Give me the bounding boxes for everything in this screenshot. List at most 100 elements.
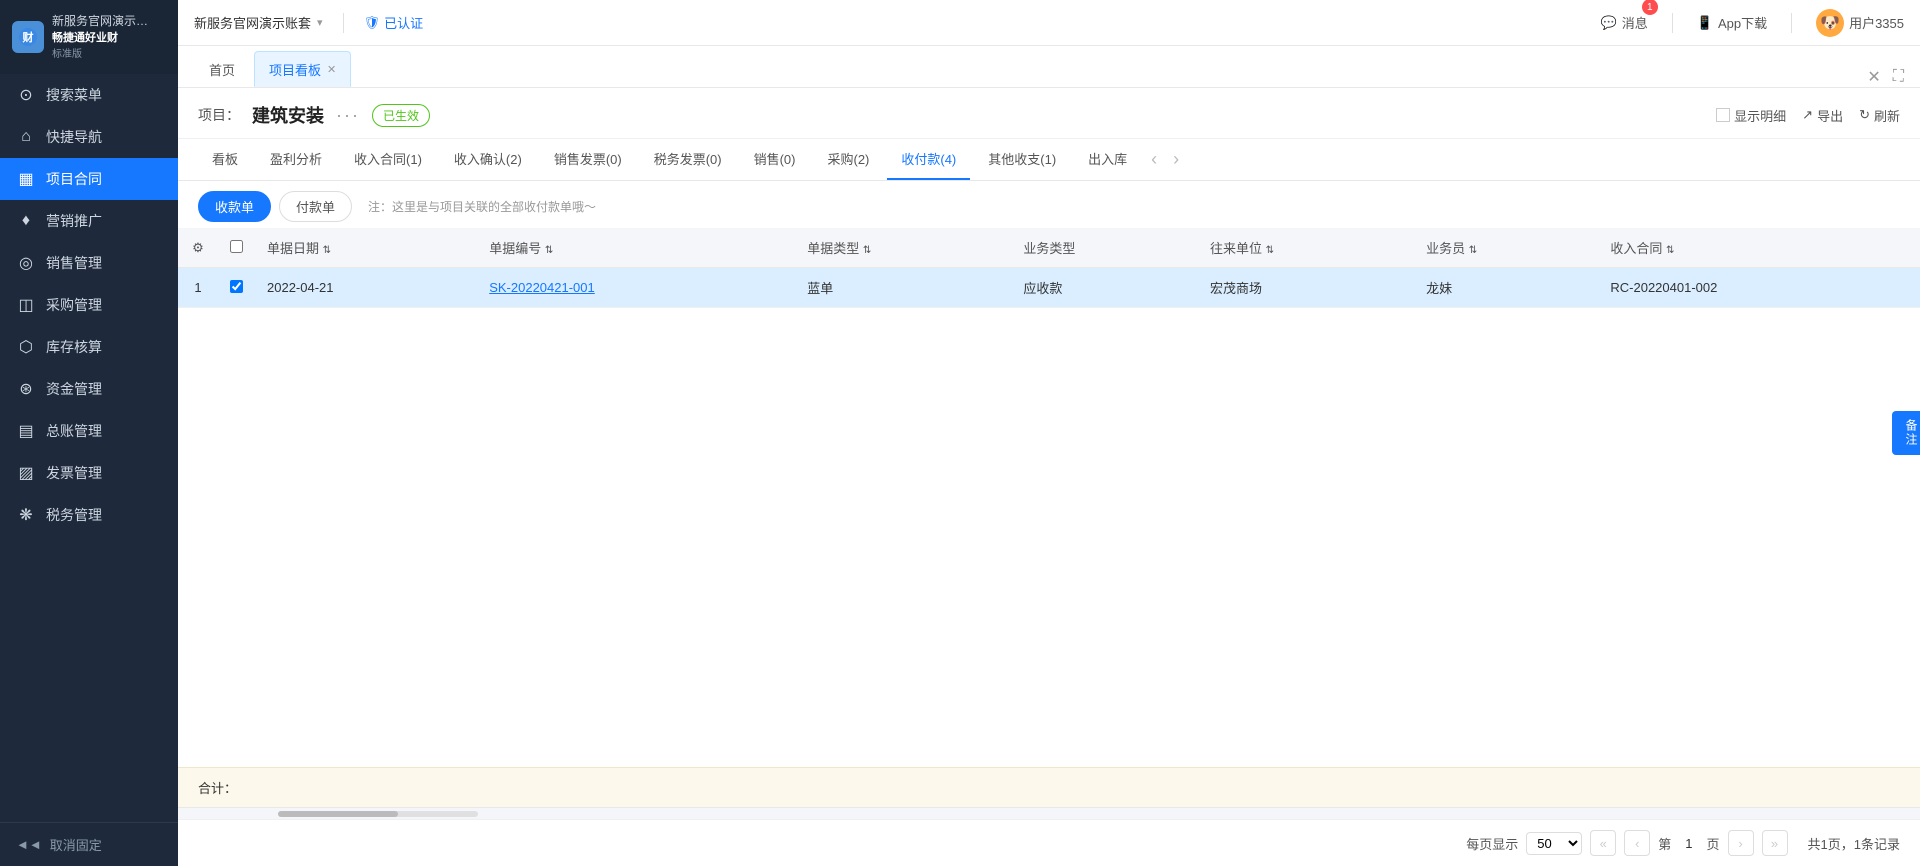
last-page-icon: » [1771, 836, 1778, 851]
topbar-account[interactable]: 新服务官网演示账套 ▾ [194, 13, 323, 32]
topbar-message-btn[interactable]: 💬 消息 1 [1601, 13, 1648, 32]
sidebar-item-stock[interactable]: ⬡ 库存核算 [0, 326, 178, 368]
ledger-icon: ▤ [16, 421, 36, 441]
gear-icon[interactable]: ⚙ [192, 240, 204, 255]
subtab-board[interactable]: 看板 [198, 139, 252, 180]
horizontal-scrollbar-track[interactable] [278, 811, 478, 817]
per-page-select[interactable]: 50 20 100 [1526, 832, 1582, 855]
home-icon: ⌂ [16, 128, 36, 146]
th-number[interactable]: 单据编号 ⇅ [477, 228, 795, 268]
sidebar-item-tax-label: 税务管理 [46, 505, 102, 525]
sidebar-item-tax[interactable]: ❋ 税务管理 [0, 494, 178, 536]
select-all-checkbox[interactable] [230, 240, 243, 253]
pagination: 每页显示 50 20 100 « ‹ 第 1 页 › » 共1页，1条记录 [178, 819, 1920, 866]
subtab-other-income[interactable]: 其他收支(1) [974, 139, 1070, 180]
export-icon: ↗ [1802, 107, 1813, 123]
subtab-profit[interactable]: 盈利分析 [256, 139, 336, 180]
receipt-number-link[interactable]: SK-20220421-001 [489, 280, 595, 295]
sidebar-item-purchase[interactable]: ◫ 采购管理 [0, 284, 178, 326]
cell-biz-type: 应收款 [1011, 268, 1198, 308]
sort-type-icon: ⇅ [863, 245, 871, 256]
sidebar-item-shortcut[interactable]: ⌂ 快捷导航 [0, 116, 178, 158]
sidebar-item-shortcut-label: 快捷导航 [46, 127, 102, 147]
sidebar-brand-title: 畅捷通好业财 [52, 31, 152, 45]
invoice-icon: ▨ [16, 463, 36, 483]
cell-salesperson: 龙妹 [1414, 268, 1598, 308]
sidebar-item-invoice[interactable]: ▨ 发票管理 [0, 452, 178, 494]
horizontal-scrollbar-thumb[interactable] [278, 811, 398, 817]
prev-page-btn[interactable]: ‹ [1624, 830, 1650, 856]
avatar: 🐶 [1816, 9, 1844, 37]
last-page-btn[interactable]: » [1762, 830, 1788, 856]
close-window-btn[interactable]: ✕ [1867, 67, 1880, 87]
sidebar-item-marketing[interactable]: ♦ 营销推广 [0, 200, 178, 242]
subtab-sales-invoice[interactable]: 销售发票(0) [540, 139, 636, 180]
subtab-receipt[interactable]: 收付款(4) [887, 139, 970, 180]
sidebar-item-ledger[interactable]: ▤ 总账管理 [0, 410, 178, 452]
subtab-sales[interactable]: 销售(0) [740, 139, 810, 180]
topbar-app-download-btn[interactable]: 📱 App下载 [1697, 13, 1767, 32]
export-btn[interactable]: ↗ 导出 [1802, 106, 1843, 125]
table-row[interactable]: 1 2022-04-21 SK-20220421-001 蓝单 应收款 宏茂商场… [178, 268, 1920, 308]
subtab-income-contract[interactable]: 收入合同(1) [340, 139, 436, 180]
sidebar-item-sales[interactable]: ◎ 销售管理 [0, 242, 178, 284]
topbar-divider3 [1791, 13, 1792, 33]
topbar-user[interactable]: 🐶 用户3355 [1816, 9, 1904, 37]
th-partner[interactable]: 往来单位 ⇅ [1198, 228, 1414, 268]
more-options-btn[interactable]: ··· [336, 105, 360, 126]
pagination-total: 共1页，1条记录 [1808, 834, 1900, 853]
th-salesperson[interactable]: 业务员 ⇅ [1414, 228, 1598, 268]
first-page-btn[interactable]: « [1590, 830, 1616, 856]
inner-tab-payment-bill[interactable]: 付款单 [279, 191, 352, 222]
subtab-income-confirm[interactable]: 收入确认(2) [440, 139, 536, 180]
subtab-purchase[interactable]: 采购(2) [813, 139, 883, 180]
scrollbar-row [178, 807, 1920, 819]
svg-text:财: 财 [22, 30, 34, 44]
tab-home[interactable]: 首页 [194, 51, 250, 87]
sidebar-item-purchase-label: 采购管理 [46, 295, 102, 315]
content-area: 项目： 建筑安装 ··· 已生效 显示明细 ↗ 导出 ↻ 刷新 [178, 88, 1920, 866]
subtab-inventory[interactable]: 出入库 [1074, 139, 1141, 180]
subtab-prev-btn[interactable]: ‹ [1145, 149, 1163, 170]
sidebar-version: 标准版 [52, 45, 152, 60]
sidebar-item-project[interactable]: ▦ 项目合同 [0, 158, 178, 200]
cell-number[interactable]: SK-20220421-001 [477, 268, 795, 308]
refresh-btn[interactable]: ↻ 刷新 [1859, 106, 1900, 125]
notes-float-btn[interactable]: 备注 [1892, 411, 1920, 455]
topbar-user-label: 用户3355 [1849, 13, 1904, 32]
maximize-window-btn[interactable]: ⛶ [1893, 68, 1904, 86]
sidebar-item-ledger-label: 总账管理 [46, 421, 102, 441]
project-title: 建筑安装 [252, 102, 324, 128]
subtab-tax-invoice[interactable]: 税务发票(0) [640, 139, 736, 180]
topbar-message-label: 消息 [1622, 13, 1648, 32]
inner-tab-payment-label: 付款单 [296, 200, 335, 215]
fund-icon: ⊛ [16, 379, 36, 399]
subtab-next-btn[interactable]: › [1167, 149, 1185, 170]
th-gear[interactable]: ⚙ [178, 228, 218, 268]
close-icon[interactable]: ✕ [327, 63, 336, 76]
tax-icon: ❋ [16, 505, 36, 525]
sidebar-item-fund[interactable]: ⊛ 资金管理 [0, 368, 178, 410]
th-type[interactable]: 单据类型 ⇅ [795, 228, 1011, 268]
checkbox-show-detail[interactable] [1716, 108, 1730, 122]
sidebar-footer-unpin[interactable]: ◄◄ 取消固定 [0, 822, 178, 866]
th-date[interactable]: 单据日期 ⇅ [255, 228, 477, 268]
inner-tab-receipt-bill[interactable]: 收款单 [198, 191, 271, 222]
tab-project-board[interactable]: 项目看板 ✕ [254, 51, 351, 87]
export-label: 导出 [1817, 106, 1843, 125]
per-page-label: 每页显示 [1466, 834, 1518, 853]
cell-partner: 宏茂商场 [1198, 268, 1414, 308]
sidebar-item-search[interactable]: ⊙ 搜索菜单 [0, 74, 178, 116]
sort-partner-icon: ⇅ [1266, 245, 1274, 256]
row-checkbox[interactable] [230, 280, 243, 293]
purchase-icon: ◫ [16, 295, 36, 315]
th-income-contract[interactable]: 收入合同 ⇅ [1598, 228, 1920, 268]
main-area: 新服务官网演示账套 ▾ 🛡 已认证 💬 消息 1 📱 App下载 🐶 [178, 0, 1920, 866]
sidebar-footer-label: 取消固定 [50, 835, 102, 854]
show-detail-btn[interactable]: 显示明细 [1716, 106, 1786, 125]
next-page-btn[interactable]: › [1728, 830, 1754, 856]
table-footer: 合计： [178, 767, 1920, 807]
receipts-table: ⚙ 单据日期 ⇅ 单据编号 ⇅ [178, 228, 1920, 308]
first-page-icon: « [1600, 836, 1607, 851]
sidebar-app-title: 新服务官网演示账套 [52, 14, 152, 30]
